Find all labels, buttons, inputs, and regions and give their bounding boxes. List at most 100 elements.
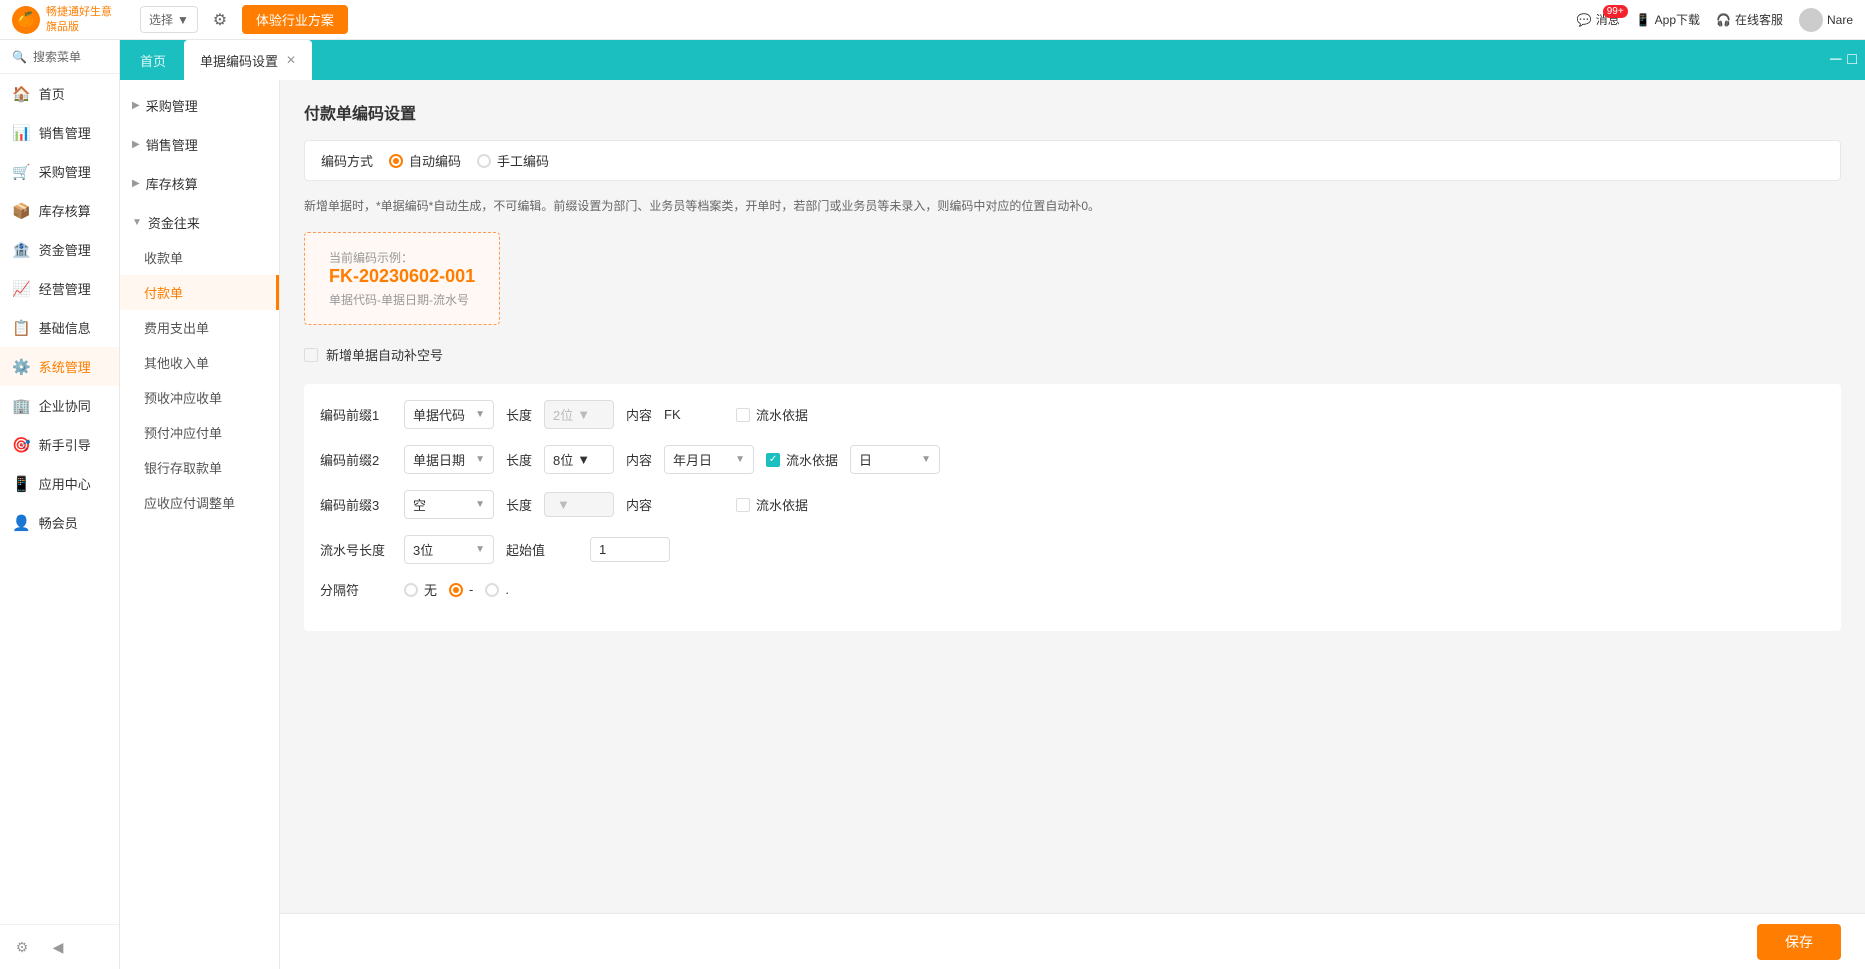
auto-fill-row: 新增单据自动补空号 bbox=[304, 345, 1841, 364]
radio-auto-code[interactable]: 自动编码 bbox=[389, 151, 461, 170]
serial-length-select[interactable]: 3位 ▼ bbox=[404, 535, 494, 564]
sidebar-item-member[interactable]: 👤 畅会员 bbox=[0, 503, 119, 542]
sidebar-item-operation[interactable]: 📈 经营管理 bbox=[0, 269, 119, 308]
user-area[interactable]: Nare bbox=[1799, 8, 1853, 32]
app-download-button[interactable]: 📱 App下载 bbox=[1636, 11, 1700, 28]
chevron-down-icon-p3: ▼ bbox=[475, 499, 485, 510]
submenu-item-prepaid-receivable[interactable]: 预收冲应收单 bbox=[120, 380, 279, 415]
main-content: 付款单编码设置 编码方式 自动编码 手工编码 bbox=[280, 80, 1865, 913]
stream3-checkbox[interactable] bbox=[736, 498, 750, 512]
radio-sep-dash[interactable]: - bbox=[449, 582, 473, 597]
tab-close-icon[interactable]: ✕ bbox=[286, 53, 296, 67]
submenu-item-other-income[interactable]: 其他收入单 bbox=[120, 345, 279, 380]
sidebar-item-inventory[interactable]: 📦 库存核算 bbox=[0, 191, 119, 230]
stream2-period-select[interactable]: 日 ▼ bbox=[850, 445, 940, 474]
collapse-icon[interactable]: ◀ bbox=[44, 933, 72, 961]
radio-manual-code[interactable]: 手工编码 bbox=[477, 151, 549, 170]
stream1-checkbox[interactable] bbox=[736, 408, 750, 422]
preview-code: FK-20230602-001 bbox=[329, 266, 475, 287]
chevron-down-icon-l2: ▼ bbox=[577, 452, 590, 467]
sidebar-item-enterprise[interactable]: 🏢 企业协同 bbox=[0, 386, 119, 425]
submenu-header-capital[interactable]: ▼ 资金往来 bbox=[120, 205, 279, 240]
trial-button[interactable]: 体验行业方案 bbox=[242, 5, 348, 34]
sidebar-item-sales[interactable]: 📊 销售管理 bbox=[0, 113, 119, 152]
encoding-type-bar: 编码方式 自动编码 手工编码 bbox=[304, 140, 1841, 181]
minimize-icon[interactable]: ─ bbox=[1830, 51, 1841, 69]
online-service-button[interactable]: 🎧 在线客服 bbox=[1716, 11, 1783, 28]
content1-value: FK bbox=[664, 407, 724, 422]
submenu-header-sales[interactable]: ▶ 销售管理 bbox=[120, 127, 279, 162]
sidebar-item-home[interactable]: 🏠 首页 bbox=[0, 74, 119, 113]
submenu-item-receipt[interactable]: 收款单 bbox=[120, 240, 279, 275]
submenu-item-expense[interactable]: 费用支出单 bbox=[120, 310, 279, 345]
maximize-icon[interactable]: □ bbox=[1847, 51, 1857, 69]
settings-row-1: 编码前缀1 单据代码 ▼ 长度 2位 ▼ 内容 FK bbox=[320, 400, 1825, 429]
submenu-item-adjustment[interactable]: 应收应付调整单 bbox=[120, 485, 279, 520]
auto-fill-checkbox[interactable] bbox=[304, 348, 318, 362]
sidebar-item-basic[interactable]: 📋 基础信息 bbox=[0, 308, 119, 347]
start-value-label: 起始值 bbox=[506, 540, 578, 559]
sidebar-item-purchase[interactable]: 🛒 采购管理 bbox=[0, 152, 119, 191]
auto-fill-label: 新增单据自动补空号 bbox=[326, 345, 443, 364]
tab-encoding-settings[interactable]: 单据编码设置 ✕ bbox=[184, 40, 312, 80]
app-icon: 📱 bbox=[1636, 13, 1651, 27]
chevron-down-icon-p2: ▼ bbox=[475, 454, 485, 465]
tab-bar-right: ─ □ bbox=[1830, 51, 1865, 69]
sidebar-item-system[interactable]: ⚙️ 系统管理 bbox=[0, 347, 119, 386]
chevron-right-icon: ▶ bbox=[132, 100, 140, 111]
sidebar: 🔍 搜索菜单 🏠 首页 📊 销售管理 🛒 采购管理 📦 库存核算 🏦 资金管理 … bbox=[0, 40, 120, 969]
chevron-down-icon-c2: ▼ bbox=[735, 454, 745, 465]
submenu-item-prepaid-payable[interactable]: 预付冲应付单 bbox=[120, 415, 279, 450]
prefix3-label: 编码前缀3 bbox=[320, 495, 392, 514]
stream3-checkbox-label[interactable]: 流水依据 bbox=[736, 495, 808, 514]
submenu-header-inventory[interactable]: ▶ 库存核算 bbox=[120, 166, 279, 201]
radio-sep-dot-circle bbox=[485, 583, 499, 597]
header-dropdown[interactable]: 选择 ▼ bbox=[140, 6, 198, 33]
prefix3-select[interactable]: 空 ▼ bbox=[404, 490, 494, 519]
length3-select[interactable]: ▼ bbox=[544, 492, 614, 517]
content2-label: 内容 bbox=[626, 450, 652, 469]
sidebar-item-finance[interactable]: 🏦 资金管理 bbox=[0, 230, 119, 269]
preview-label: 当前编码示例： bbox=[329, 251, 413, 265]
prefix2-select[interactable]: 单据日期 ▼ bbox=[404, 445, 494, 474]
content-with-submenu: ▶ 采购管理 ▶ 销售管理 ▶ 库存核算 bbox=[120, 80, 1865, 969]
radio-manual bbox=[477, 154, 491, 168]
prefix1-select[interactable]: 单据代码 ▼ bbox=[404, 400, 494, 429]
content2-select[interactable]: 年月日 ▼ bbox=[664, 445, 754, 474]
brand-text: 畅捷通好生意 旗品版 bbox=[46, 5, 112, 34]
chevron-right-icon-inv: ▶ bbox=[132, 178, 140, 189]
brand-area: 🍊 畅捷通好生意 旗品版 bbox=[12, 5, 132, 34]
content3-label: 内容 bbox=[626, 495, 652, 514]
stream2-checkbox[interactable]: ✓ bbox=[766, 453, 780, 467]
settings-icon[interactable]: ⚙ bbox=[8, 933, 36, 961]
chevron-down-icon-l1: ▼ bbox=[577, 407, 590, 422]
submenu-item-payment[interactable]: 付款单 bbox=[120, 275, 279, 310]
submenu-item-bank[interactable]: 银行存取款单 bbox=[120, 450, 279, 485]
stream1-checkbox-label[interactable]: 流水依据 bbox=[736, 405, 808, 424]
stream2-checkbox-label[interactable]: ✓ 流水依据 bbox=[766, 450, 838, 469]
radio-sep-dot[interactable]: . bbox=[485, 582, 509, 597]
length2-select[interactable]: 8位 ▼ bbox=[544, 445, 614, 474]
sidebar-item-appcenter[interactable]: 📱 应用中心 bbox=[0, 464, 119, 503]
service-icon: 🎧 bbox=[1716, 13, 1731, 27]
start-value-input[interactable]: 1 bbox=[590, 537, 670, 562]
tab-home[interactable]: 首页 bbox=[124, 40, 182, 80]
preview-desc: 单据代码-单据日期-流水号 bbox=[329, 293, 469, 307]
submenu-header-purchase[interactable]: ▶ 采购管理 bbox=[120, 88, 279, 123]
guide-icon: 🎯 bbox=[12, 436, 31, 454]
save-button[interactable]: 保存 bbox=[1757, 924, 1841, 960]
chevron-right-icon-sales: ▶ bbox=[132, 139, 140, 150]
gear-icon[interactable]: ⚙ bbox=[206, 6, 234, 34]
search-icon: 🔍 bbox=[12, 50, 27, 64]
brand-logo: 🍊 bbox=[12, 6, 40, 34]
encoding-radio-group: 自动编码 手工编码 bbox=[389, 151, 549, 170]
radio-sep-none[interactable]: 无 bbox=[404, 580, 437, 599]
sidebar-item-newguide[interactable]: 🎯 新手引导 bbox=[0, 425, 119, 464]
preview-box: 当前编码示例： FK-20230602-001 单据代码-单据日期-流水号 bbox=[304, 232, 500, 325]
prefix2-label: 编码前缀2 bbox=[320, 450, 392, 469]
message-button[interactable]: 💬 消息 99+ bbox=[1577, 11, 1620, 28]
search-menu-button[interactable]: 🔍 搜索菜单 bbox=[0, 40, 119, 74]
operation-icon: 📈 bbox=[12, 280, 31, 298]
serial-row: 流水号长度 3位 ▼ 起始值 1 bbox=[320, 535, 1825, 564]
length1-select[interactable]: 2位 ▼ bbox=[544, 400, 614, 429]
